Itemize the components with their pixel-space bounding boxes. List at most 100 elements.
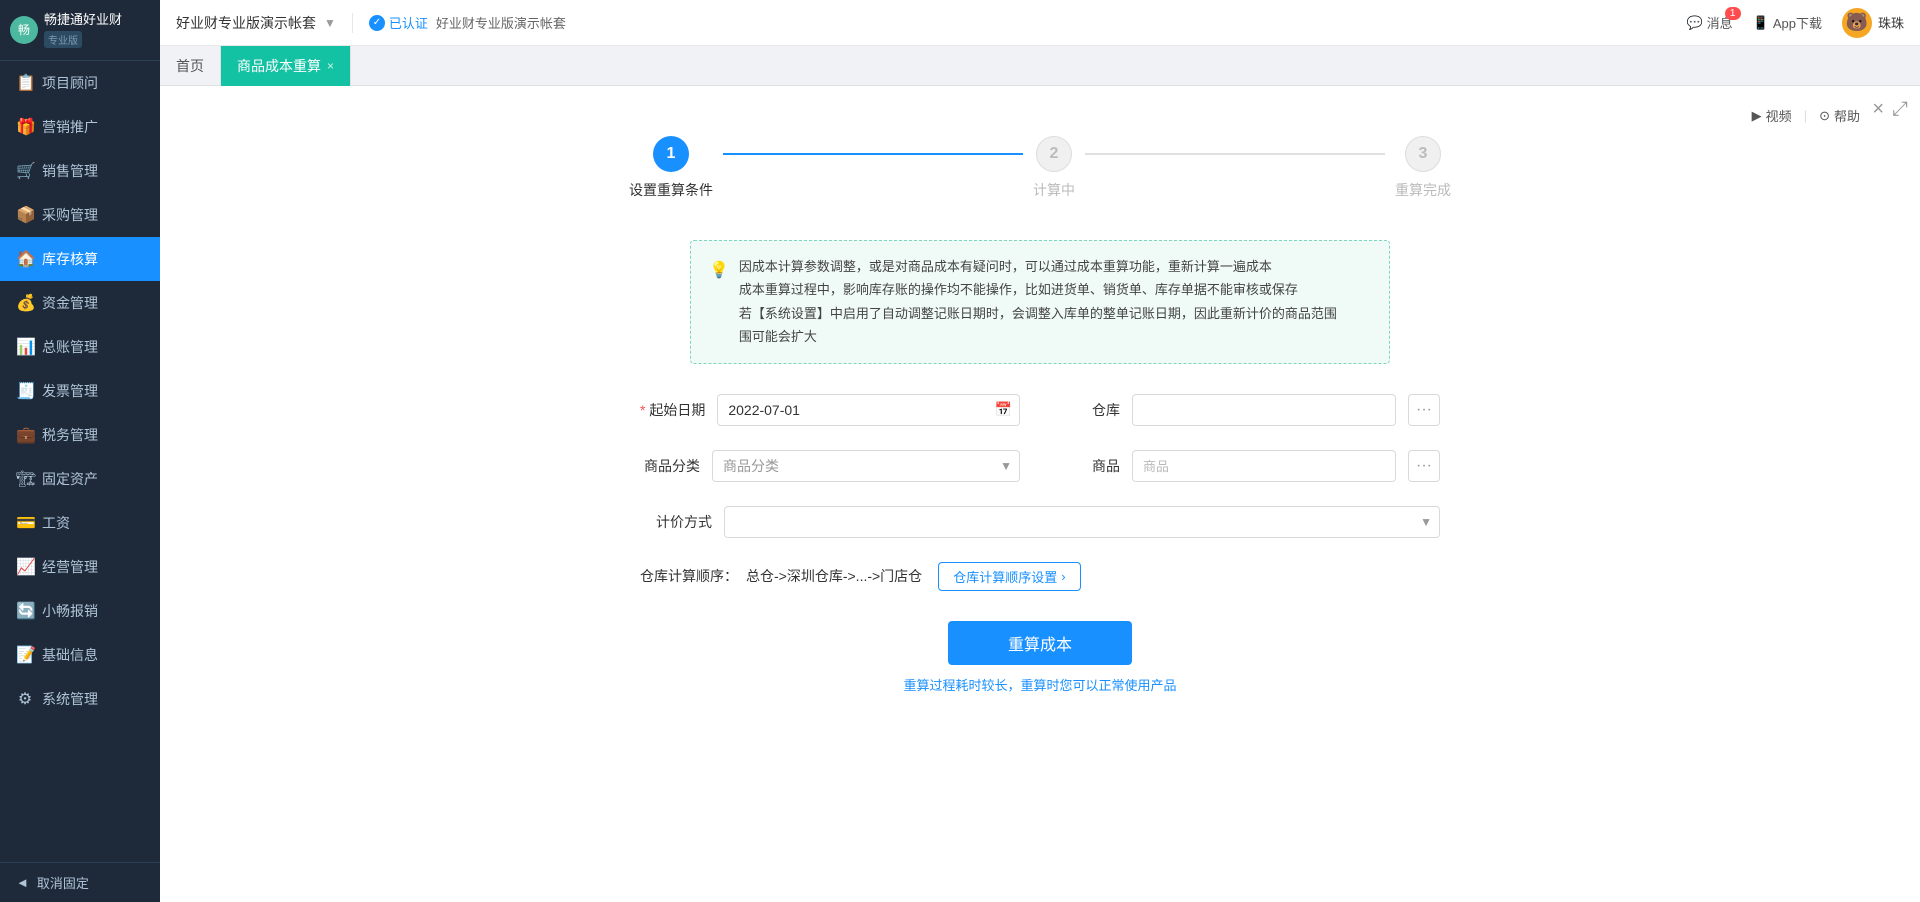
category-group: 商品分类 商品分类 ▼: [640, 450, 1020, 482]
account-dropdown-icon: ▼: [324, 16, 336, 30]
step-1: 1 设置重算条件: [629, 136, 713, 200]
sidebar-item-marketing[interactable]: 🎁 营销推广: [0, 105, 160, 149]
step-3-num: 3: [1419, 145, 1428, 163]
sidebar-nav: 📋 项目顾问 🎁 营销推广 🛒 销售管理 📦 采购管理 🏠 库存核算 💰 资金管…: [0, 61, 160, 862]
sidebar-item-label: 项目顾问: [42, 73, 98, 93]
steps: 1 设置重算条件 2 计算中 3 重算完成: [200, 116, 1880, 210]
step-1-label: 设置重算条件: [629, 180, 713, 200]
logo-name: 畅捷通好业财: [44, 12, 122, 29]
chevron-right-icon: ›: [1061, 569, 1065, 584]
app-download-button[interactable]: 📱 App下载: [1753, 13, 1822, 32]
purchase-icon: 📦: [16, 205, 34, 225]
tab-recalc[interactable]: 商品成本重算 ×: [221, 46, 351, 86]
content-area: × ⤢ ▶ 视频 | ⊙ 帮助 1: [160, 86, 1920, 902]
sidebar-item-label: 固定资产: [42, 469, 98, 489]
sidebar-item-tax[interactable]: 💼 税务管理: [0, 413, 160, 457]
page-inner: × ⤢ ▶ 视频 | ⊙ 帮助 1: [160, 86, 1920, 902]
sidebar-item-label: 资金管理: [42, 293, 98, 313]
recalc-button[interactable]: 重算成本: [948, 621, 1132, 665]
sidebar-item-label: 销售管理: [42, 161, 98, 181]
sidebar-item-label: 发票管理: [42, 381, 98, 401]
sidebar-item-payroll[interactable]: 💳 工资: [0, 501, 160, 545]
form-row-1: 起始日期 📅 仓库 ···: [640, 394, 1440, 426]
sidebar-item-label: 小畅报销: [42, 601, 98, 621]
verified-text: 已认证: [389, 13, 428, 32]
sidebar-item-business[interactable]: 📈 经营管理: [0, 545, 160, 589]
pricing-select[interactable]: [724, 506, 1440, 538]
tab-home[interactable]: 首页: [160, 46, 221, 86]
account-selector[interactable]: 好业财专业版演示帐套 ▼: [176, 13, 336, 33]
step-3-label: 重算完成: [1395, 180, 1451, 200]
app-download-label: App下载: [1773, 13, 1822, 32]
marketing-icon: 🎁: [16, 117, 34, 137]
form-area: 起始日期 📅 仓库 ··· 商品分类: [640, 394, 1440, 694]
info-text: 因成本计算参数调整，或是对商品成本有疑问时，可以通过成本重算功能，重新计算一遍成…: [739, 255, 1337, 349]
sidebar-cancel-pin[interactable]: ◄ 取消固定: [0, 862, 160, 902]
sidebar-item-label: 营销推广: [42, 117, 98, 137]
wh-order-label: 仓库计算顺序：: [640, 566, 738, 586]
category-label: 商品分类: [640, 456, 700, 476]
expand-button[interactable]: ⤢: [1892, 98, 1908, 121]
start-date-input[interactable]: [717, 394, 1020, 426]
step-2: 2 计算中: [1033, 136, 1075, 200]
sidebar-item-basic[interactable]: 📝 基础信息: [0, 633, 160, 677]
sidebar-item-label: 总账管理: [42, 337, 98, 357]
logo-sub: 专业版: [44, 31, 82, 48]
goods-more-button[interactable]: ···: [1408, 450, 1440, 482]
calendar-icon[interactable]: 📅: [995, 401, 1012, 418]
sidebar-item-assets[interactable]: 🏗 固定资产: [0, 457, 160, 501]
tabbar: 首页 商品成本重算 ×: [160, 46, 1920, 86]
start-date-input-wrapper: 📅: [717, 394, 1020, 426]
step-1-circle: 1: [653, 136, 689, 172]
finance-icon: 💰: [16, 293, 34, 313]
warehouse-input[interactable]: [1132, 394, 1396, 426]
project-icon: 📋: [16, 73, 34, 93]
sidebar-item-system[interactable]: ⚙ 系统管理: [0, 677, 160, 721]
topbar: 好业财专业版演示帐套 ▼ ✓ 已认证 好业财专业版演示帐套 💬 消息 1 📱 A…: [160, 0, 1920, 46]
form-row-3: 计价方式 ▼: [640, 506, 1440, 538]
step-connector-1: [723, 153, 1023, 155]
goods-input[interactable]: 商品: [1132, 450, 1396, 482]
pin-icon: ◄: [16, 875, 29, 890]
step-connector-2: [1085, 153, 1385, 155]
warehouse-more-button[interactable]: ···: [1408, 394, 1440, 426]
invoice-icon: 🧾: [16, 381, 34, 401]
topbar-actions: 💬 消息 1 📱 App下载 🐻 珠珠: [1686, 8, 1904, 38]
sidebar-item-inventory[interactable]: 🏠 库存核算: [0, 237, 160, 281]
expense-icon: 🔄: [16, 601, 34, 621]
sidebar-item-finance[interactable]: 💰 资金管理: [0, 281, 160, 325]
tab-home-label: 首页: [176, 56, 204, 76]
sidebar-item-project[interactable]: 📋 项目顾问: [0, 61, 160, 105]
start-date-group: 起始日期 📅: [640, 394, 1020, 426]
sidebar-logo: 畅 畅捷通好业财 专业版: [0, 0, 160, 61]
goods-group: 商品 商品 ···: [1060, 450, 1440, 482]
info-box: 💡 因成本计算参数调整，或是对商品成本有疑问时，可以通过成本重算功能，重新计算一…: [690, 240, 1390, 364]
system-icon: ⚙: [16, 689, 34, 709]
goods-placeholder: 商品: [1143, 456, 1169, 475]
cancel-pin-label: 取消固定: [37, 873, 89, 892]
start-date-label: 起始日期: [640, 400, 705, 420]
sidebar-item-expense[interactable]: 🔄 小畅报销: [0, 589, 160, 633]
step-2-label: 计算中: [1033, 180, 1075, 200]
message-button[interactable]: 💬 消息 1: [1686, 13, 1732, 32]
sidebar-item-label: 库存核算: [42, 249, 98, 269]
phone-icon: 📱: [1753, 15, 1769, 31]
category-select[interactable]: 商品分类: [712, 450, 1020, 482]
form-row-4: 仓库计算顺序： 总仓->深圳仓库->...->门店仓 仓库计算顺序设置 ›: [640, 562, 1440, 591]
wh-order-settings-button[interactable]: 仓库计算顺序设置 ›: [938, 562, 1080, 591]
sidebar-item-ledger[interactable]: 📊 总账管理: [0, 325, 160, 369]
warehouse-label: 仓库: [1060, 400, 1120, 420]
sidebar-item-invoice[interactable]: 🧾 发票管理: [0, 369, 160, 413]
avatar: 🐻: [1842, 8, 1872, 38]
tab-close-icon[interactable]: ×: [327, 59, 334, 73]
pricing-select-wrapper: ▼: [724, 506, 1440, 538]
goods-label: 商品: [1060, 456, 1120, 476]
user-menu[interactable]: 🐻 珠珠: [1842, 8, 1904, 38]
tab-recalc-label: 商品成本重算: [237, 56, 321, 76]
sidebar: 畅 畅捷通好业财 专业版 📋 项目顾问 🎁 营销推广 🛒 销售管理 📦 采购管理…: [0, 0, 160, 902]
sidebar-item-label: 采购管理: [42, 205, 98, 225]
sidebar-item-purchase[interactable]: 📦 采购管理: [0, 193, 160, 237]
step-1-num: 1: [667, 145, 676, 163]
ledger-icon: 📊: [16, 337, 34, 357]
sidebar-item-sales[interactable]: 🛒 销售管理: [0, 149, 160, 193]
